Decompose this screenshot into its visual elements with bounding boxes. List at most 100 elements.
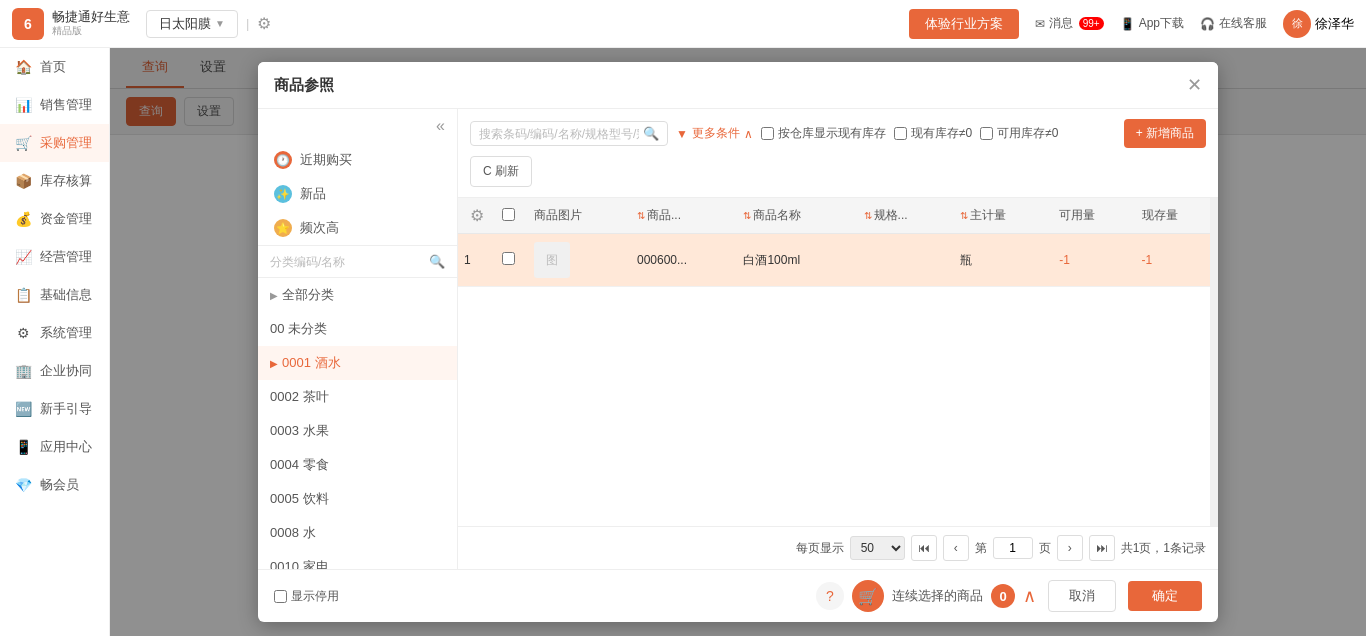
th-spec[interactable]: ⇅规格...: [858, 198, 954, 234]
category-item-c0005[interactable]: 0005 饮料: [258, 482, 457, 516]
row-checkbox[interactable]: [502, 252, 515, 265]
category-list: ▶ 全部分类 00 未分类 ▶ 0001 酒水 0002 茶: [258, 278, 457, 569]
sidebar-label-operations: 经营管理: [40, 248, 92, 266]
help-icon[interactable]: ?: [816, 582, 844, 610]
modal-left-header: «: [258, 109, 457, 143]
category-label-c0004: 0004 零食: [270, 456, 329, 474]
category-label-c0002: 0002 茶叶: [270, 388, 329, 406]
category-item-c0003[interactable]: 0003 水果: [258, 414, 457, 448]
show-disabled-checkbox[interactable]: [274, 590, 287, 603]
category-item-c0004[interactable]: 0004 零食: [258, 448, 457, 482]
category-search-input[interactable]: [270, 255, 425, 269]
message-icon: ✉: [1035, 17, 1045, 31]
user-avatar-area[interactable]: 徐 徐泽华: [1283, 10, 1354, 38]
first-page-button[interactable]: ⏮: [911, 535, 937, 561]
checkbox-available[interactable]: 现有库存≠0: [894, 125, 972, 142]
table-header-row: ⚙ 商品图片 ⇅商品...: [458, 198, 1218, 234]
available-checkbox[interactable]: [894, 127, 907, 140]
category-item-c0010[interactable]: 0010 家电: [258, 550, 457, 569]
page-size-select[interactable]: 10 20 50 100: [850, 536, 905, 560]
quick-item-freq[interactable]: ⭐ 频次高: [258, 211, 457, 245]
quick-item-new[interactable]: ✨ 新品: [258, 177, 457, 211]
checkbox-warehouse[interactable]: 按仓库显示现有库存: [761, 125, 886, 142]
category-label-c0010: 0010 家电: [270, 558, 329, 569]
logo-version: 精品版: [52, 24, 130, 38]
filter-button[interactable]: ▼ 更多条件 ∧: [676, 125, 753, 142]
cell-img: 图: [528, 234, 631, 287]
modal-footer: 显示停用 ? 🛒 连续选择的商品 0 ∧ 取消 确定: [258, 569, 1218, 622]
sidebar-item-home[interactable]: 🏠 首页: [0, 48, 109, 86]
confirm-button[interactable]: 确定: [1128, 581, 1202, 611]
enterprise-icon: 🏢: [14, 362, 32, 380]
message-badge: 99+: [1079, 17, 1104, 30]
modal-body: « 🕐 近期购买 ✨ 新品 ⭐: [258, 109, 1218, 569]
sidebar-item-guide[interactable]: 🆕 新手引导: [0, 390, 109, 428]
category-item-c0008[interactable]: 0008 水: [258, 516, 457, 550]
add-product-button[interactable]: + 新增商品: [1124, 119, 1206, 148]
table-scrollbar[interactable]: [1210, 198, 1218, 526]
online-service-btn[interactable]: 🎧 在线客服: [1200, 15, 1267, 32]
next-page-button[interactable]: ›: [1057, 535, 1083, 561]
category-item-c0002[interactable]: 0002 茶叶: [258, 380, 457, 414]
checkbox-usable[interactable]: 可用库存≠0: [980, 125, 1058, 142]
sort-icon: ⇅: [864, 210, 872, 221]
category-item-all[interactable]: ▶ 全部分类: [258, 278, 457, 312]
show-disabled-label[interactable]: 显示停用: [274, 588, 339, 605]
search-icon[interactable]: 🔍: [429, 254, 445, 269]
sidebar-item-finance[interactable]: 💰 资金管理: [0, 200, 109, 238]
sidebar-item-system[interactable]: ⚙ 系统管理: [0, 314, 109, 352]
product-search-input[interactable]: [479, 127, 639, 141]
select-all-checkbox[interactable]: [502, 208, 515, 221]
sidebar-item-sales[interactable]: 📊 销售管理: [0, 86, 109, 124]
main-layout: 🏠 首页 📊 销售管理 🛒 采购管理 📦 库存核算 💰 资金管理 📈 经营管理 …: [0, 48, 1366, 636]
modal-toolbar: 🔍 ▼ 更多条件 ∧ 按仓库显示现有库存: [458, 109, 1218, 198]
quick-item-recent[interactable]: 🕐 近期购买: [258, 143, 457, 177]
trial-button[interactable]: 体验行业方案: [909, 9, 1019, 39]
nav-divider: |: [246, 16, 249, 31]
sidebar-label-guide: 新手引导: [40, 400, 92, 418]
gear-icon[interactable]: ⚙: [257, 14, 271, 33]
th-unit[interactable]: ⇅主计量: [954, 198, 1054, 234]
cart-icon-button[interactable]: 🛒: [852, 580, 884, 612]
sidebar-item-inventory[interactable]: 📦 库存核算: [0, 162, 109, 200]
search-icon[interactable]: 🔍: [643, 126, 659, 141]
logo-name: 畅捷通好生意: [52, 9, 130, 25]
logo-icon: 6: [12, 8, 44, 40]
sidebar-item-basic[interactable]: 📋 基础信息: [0, 276, 109, 314]
sidebar-label-apps: 应用中心: [40, 438, 92, 456]
page-number-input[interactable]: [993, 537, 1033, 559]
sidebar-label-sales: 销售管理: [40, 96, 92, 114]
modal-close-button[interactable]: ✕: [1187, 74, 1202, 96]
new-icon: ✨: [274, 185, 292, 203]
prev-page-button[interactable]: ‹: [943, 535, 969, 561]
cart-count: 0: [991, 584, 1015, 608]
refresh-button[interactable]: C 刷新: [470, 156, 532, 187]
collapse-button[interactable]: «: [436, 117, 445, 135]
sidebar-item-operations[interactable]: 📈 经营管理: [0, 238, 109, 276]
warehouse-checkbox[interactable]: [761, 127, 774, 140]
table-row[interactable]: 1 图: [458, 234, 1218, 287]
column-settings-icon[interactable]: ⚙: [464, 205, 490, 226]
filter-icon: ▼: [676, 127, 688, 141]
th-name[interactable]: ⇅商品名称: [737, 198, 857, 234]
cart-collapse-button[interactable]: ∧: [1023, 585, 1036, 607]
nav-dropdown[interactable]: 日太阳膜 ▼: [146, 10, 238, 38]
product-table: ⚙ 商品图片 ⇅商品...: [458, 198, 1218, 287]
th-code[interactable]: ⇅商品...: [631, 198, 737, 234]
sidebar-item-purchase[interactable]: 🛒 采购管理: [0, 124, 109, 162]
usable-checkbox[interactable]: [980, 127, 993, 140]
last-page-button[interactable]: ⏭: [1089, 535, 1115, 561]
sidebar-item-apps[interactable]: 📱 应用中心: [0, 428, 109, 466]
category-label-c0005: 0005 饮料: [270, 490, 329, 508]
stock-value: -1: [1142, 253, 1153, 267]
sidebar-item-enterprise[interactable]: 🏢 企业协同: [0, 352, 109, 390]
sort-icon: ⇅: [743, 210, 751, 221]
category-item-c0001[interactable]: ▶ 0001 酒水: [258, 346, 457, 380]
sidebar-item-member[interactable]: 💎 畅会员: [0, 466, 109, 504]
sidebar-label-purchase: 采购管理: [40, 134, 92, 152]
app-download-btn[interactable]: 📱 App下载: [1120, 15, 1184, 32]
message-btn[interactable]: ✉ 消息 99+: [1035, 15, 1104, 32]
category-item-c00[interactable]: 00 未分类: [258, 312, 457, 346]
cancel-button[interactable]: 取消: [1048, 580, 1116, 612]
cell-num: 1: [458, 234, 496, 287]
